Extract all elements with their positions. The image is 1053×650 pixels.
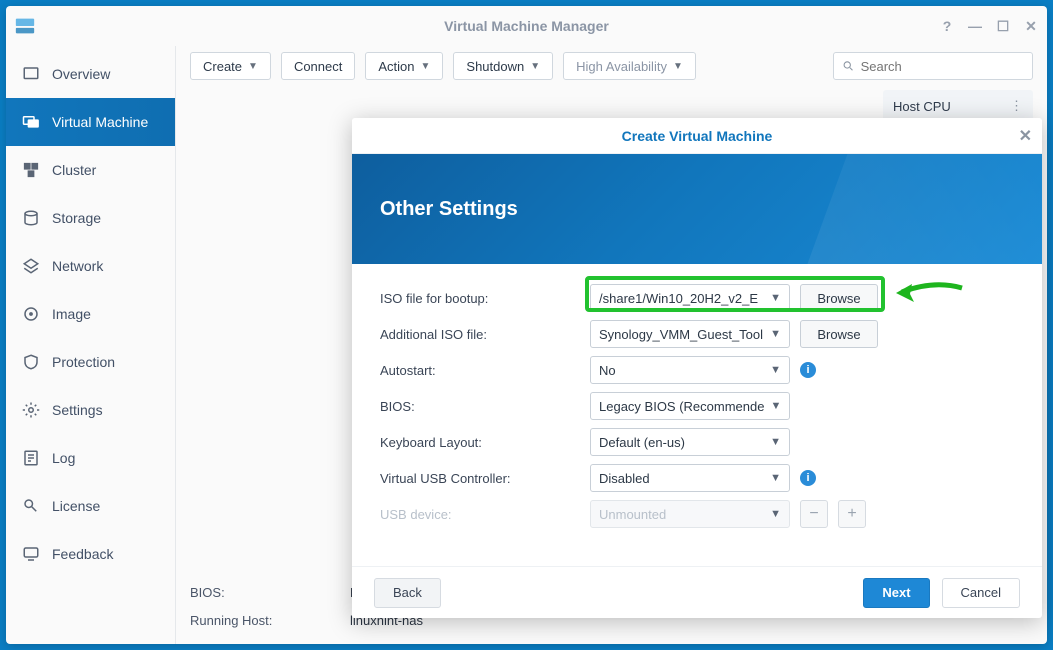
main-area: Create▼ Connect Action▼ Shutdown▼ High A… — [176, 46, 1047, 644]
search-icon — [842, 59, 855, 73]
chevron-down-icon: ▼ — [770, 364, 781, 376]
bios-label: BIOS: — [190, 585, 350, 600]
minimize-icon[interactable]: — — [967, 18, 983, 35]
titlebar: Virtual Machine Manager ? — ☐ ✕ — [6, 6, 1047, 46]
chevron-down-icon: ▼ — [421, 61, 431, 72]
sidebar-item-settings[interactable]: Settings — [6, 386, 175, 434]
sidebar-item-label: Network — [52, 258, 103, 274]
modal-title: Create Virtual Machine — [622, 128, 773, 144]
usb-controller-select[interactable]: Disabled▼ — [590, 464, 790, 492]
sidebar-item-label: Settings — [52, 402, 103, 418]
sidebar-item-log[interactable]: Log — [6, 434, 175, 482]
running-host-label: Running Host: — [190, 613, 350, 628]
sidebar-item-network[interactable]: Network — [6, 242, 175, 290]
autostart-label: Autostart: — [380, 363, 590, 378]
chevron-down-icon: ▼ — [248, 61, 258, 72]
iso-browse-button[interactable]: Browse — [800, 284, 878, 312]
help-icon[interactable]: ? — [939, 18, 955, 35]
bios-select[interactable]: Legacy BIOS (Recommende▼ — [590, 392, 790, 420]
sidebar-item-virtual-machine[interactable]: Virtual Machine — [6, 98, 175, 146]
maximize-icon[interactable]: ☐ — [995, 18, 1011, 35]
sidebar-item-label: Feedback — [52, 546, 113, 562]
close-icon[interactable]: ✕ — [1023, 18, 1039, 35]
usb-device-select: Unmounted▼ — [590, 500, 790, 528]
sidebar-item-label: Log — [52, 450, 75, 466]
sidebar-item-label: Cluster — [52, 162, 96, 178]
usb-controller-label: Virtual USB Controller: — [380, 471, 590, 486]
search-input[interactable] — [861, 59, 1024, 74]
sidebar-item-label: Storage — [52, 210, 101, 226]
sidebar-item-image[interactable]: Image — [6, 290, 175, 338]
additional-iso-select[interactable]: Synology_VMM_Guest_Tool▼ — [590, 320, 790, 348]
close-icon[interactable]: ✕ — [1019, 126, 1032, 146]
modal-heading: Other Settings — [380, 198, 518, 221]
sidebar-item-label: Virtual Machine — [52, 114, 148, 130]
info-icon[interactable]: i — [800, 362, 816, 378]
sidebar: Overview Virtual Machine Cluster Storage… — [6, 46, 176, 644]
connect-button[interactable]: Connect — [281, 52, 355, 80]
modal-titlebar: Create Virtual Machine ✕ — [352, 118, 1042, 154]
iso-bootup-select[interactable]: /share1/Win10_20H2_v2_E▼ — [590, 284, 790, 312]
remove-usb-button: − — [800, 500, 828, 528]
modal-footer: Back Next Cancel — [352, 566, 1042, 618]
toolbar: Create▼ Connect Action▼ Shutdown▼ High A… — [176, 46, 1047, 86]
sidebar-item-overview[interactable]: Overview — [6, 50, 175, 98]
chevron-down-icon: ▼ — [770, 328, 781, 340]
chevron-down-icon: ▼ — [530, 61, 540, 72]
chevron-down-icon: ▼ — [770, 292, 781, 304]
sidebar-item-feedback[interactable]: Feedback — [6, 530, 175, 578]
additional-iso-label: Additional ISO file: — [380, 327, 590, 342]
modal-header: Other Settings — [352, 154, 1042, 264]
sidebar-item-label: License — [52, 498, 100, 514]
sidebar-item-license[interactable]: License — [6, 482, 175, 530]
chevron-down-icon: ▼ — [770, 508, 781, 520]
sidebar-item-label: Protection — [52, 354, 115, 370]
chevron-down-icon: ▼ — [770, 400, 781, 412]
sidebar-item-label: Image — [52, 306, 91, 322]
chevron-down-icon: ▼ — [770, 436, 781, 448]
action-button[interactable]: Action▼ — [365, 52, 443, 80]
sidebar-item-protection[interactable]: Protection — [6, 338, 175, 386]
iso-bootup-label: ISO file for bootup: — [380, 291, 590, 306]
bios-label: BIOS: — [380, 399, 590, 414]
modal-body: ISO file for bootup: /share1/Win10_20H2_… — [352, 264, 1042, 532]
create-button[interactable]: Create▼ — [190, 52, 271, 80]
chevron-down-icon: ▼ — [673, 61, 683, 72]
info-icon[interactable]: i — [800, 470, 816, 486]
kebab-icon[interactable]: ⋮ — [1010, 98, 1023, 114]
window-controls: ? — ☐ ✕ — [939, 18, 1039, 35]
next-button[interactable]: Next — [863, 578, 929, 608]
sidebar-item-cluster[interactable]: Cluster — [6, 146, 175, 194]
host-cpu-label: Host CPU — [893, 99, 951, 114]
back-button[interactable]: Back — [374, 578, 441, 608]
shutdown-button[interactable]: Shutdown▼ — [453, 52, 553, 80]
usb-device-label: USB device: — [380, 507, 590, 522]
app-title: Virtual Machine Manager — [444, 18, 609, 34]
cancel-button[interactable]: Cancel — [942, 578, 1020, 608]
search-box[interactable] — [833, 52, 1033, 80]
autostart-select[interactable]: No▼ — [590, 356, 790, 384]
chevron-down-icon: ▼ — [770, 472, 781, 484]
keyboard-layout-label: Keyboard Layout: — [380, 435, 590, 450]
create-vm-modal: Create Virtual Machine ✕ Other Settings … — [352, 118, 1042, 618]
app-icon — [14, 15, 36, 37]
additional-iso-browse-button[interactable]: Browse — [800, 320, 878, 348]
high-availability-button[interactable]: High Availability▼ — [563, 52, 696, 80]
add-usb-button: + — [838, 500, 866, 528]
keyboard-layout-select[interactable]: Default (en-us)▼ — [590, 428, 790, 456]
sidebar-item-storage[interactable]: Storage — [6, 194, 175, 242]
app-window: Virtual Machine Manager ? — ☐ ✕ Overview… — [6, 6, 1047, 644]
sidebar-item-label: Overview — [52, 66, 110, 82]
